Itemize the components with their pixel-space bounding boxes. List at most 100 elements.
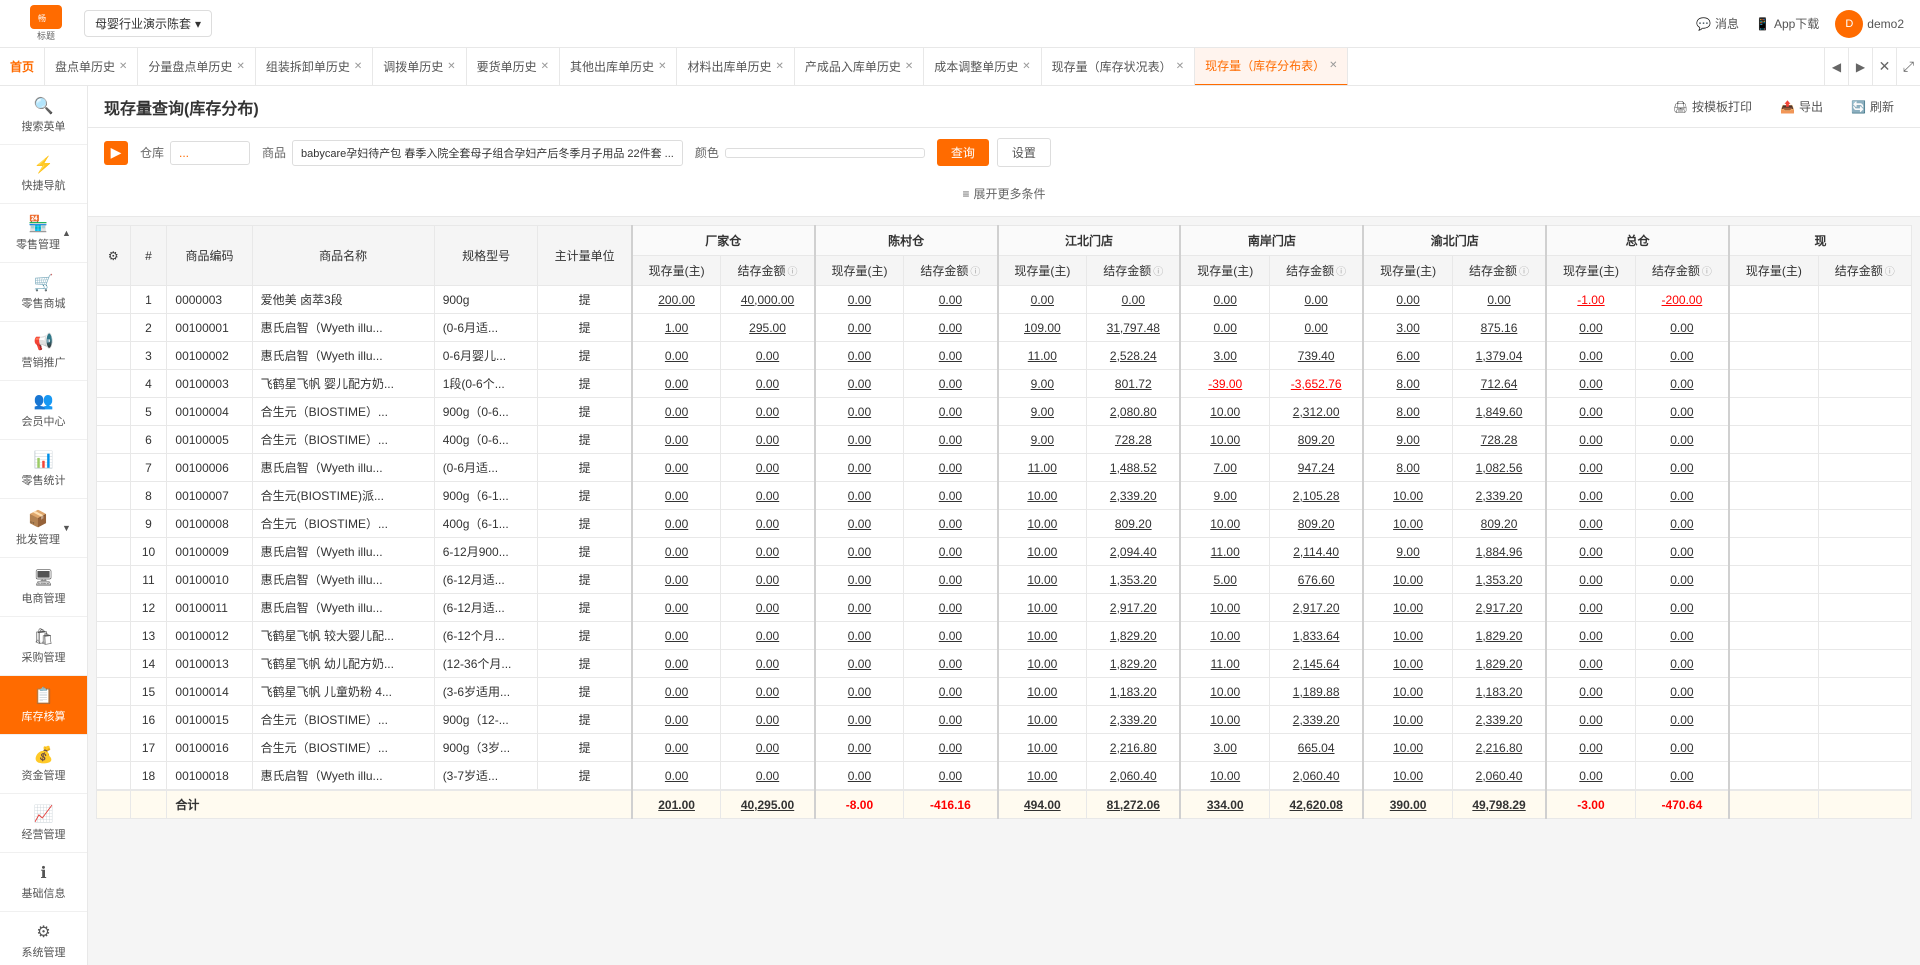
row-fy-qty[interactable]: 0.00: [632, 594, 721, 622]
row-na-amt[interactable]: 947.24: [1269, 454, 1363, 482]
tab-produce-in[interactable]: 产成品入库单历史 ✕: [795, 48, 924, 86]
row-yb-amt[interactable]: 1,183.20: [1452, 678, 1546, 706]
row-na-qty[interactable]: -39.00: [1180, 370, 1269, 398]
row-jb-amt[interactable]: 2,917.20: [1087, 594, 1181, 622]
sum-zc-amt[interactable]: -470.64: [1635, 790, 1729, 819]
row-jb-amt[interactable]: 2,080.80: [1087, 398, 1181, 426]
table-container[interactable]: ⚙ # 商品编码 商品名称 规格型号 主计量单位 厂家仓 陈村仓 江北门店 南岸…: [88, 217, 1920, 965]
row-jb-qty[interactable]: 10.00: [998, 482, 1087, 510]
row-fy-amt[interactable]: 0.00: [721, 566, 815, 594]
row-check[interactable]: [97, 594, 131, 622]
sidebar-item-nav[interactable]: ⚡ 快捷导航: [0, 145, 87, 204]
row-check[interactable]: [97, 482, 131, 510]
row-yb-amt[interactable]: 1,884.96: [1452, 538, 1546, 566]
row-na-amt[interactable]: 665.04: [1269, 734, 1363, 762]
row-fy-qty[interactable]: 0.00: [632, 510, 721, 538]
sum-fy-qty[interactable]: 201.00: [632, 790, 721, 819]
close-icon[interactable]: ✕: [775, 61, 783, 72]
row-yb-amt[interactable]: 2,917.20: [1452, 594, 1546, 622]
user-area[interactable]: D demo2: [1835, 10, 1904, 38]
row-code[interactable]: 00100012: [167, 622, 252, 650]
row-zc-qty[interactable]: 0.00: [1546, 734, 1635, 762]
row-jb-amt[interactable]: 728.28: [1087, 426, 1181, 454]
row-jb-amt[interactable]: 2,339.20: [1087, 482, 1181, 510]
row-hc-qty[interactable]: 0.00: [815, 622, 904, 650]
row-code[interactable]: 00100010: [167, 566, 252, 594]
row-yb-amt[interactable]: 1,829.20: [1452, 650, 1546, 678]
row-check[interactable]: [97, 314, 131, 342]
row-jb-qty[interactable]: 10.00: [998, 594, 1087, 622]
row-na-qty[interactable]: 10.00: [1180, 426, 1269, 454]
row-jb-qty[interactable]: 11.00: [998, 454, 1087, 482]
sum-jb-amt[interactable]: 81,272.06: [1087, 790, 1181, 819]
row-yb-amt[interactable]: 1,379.04: [1452, 342, 1546, 370]
row-code[interactable]: 00100004: [167, 398, 252, 426]
row-hc-qty[interactable]: 0.00: [815, 762, 904, 791]
tab-stock-dist[interactable]: 现存量（库存分布表） ✕: [1195, 48, 1348, 86]
row-jb-qty[interactable]: 10.00: [998, 762, 1087, 791]
row-check[interactable]: [97, 398, 131, 426]
row-jb-amt[interactable]: 2,528.24: [1087, 342, 1181, 370]
row-jb-amt[interactable]: 809.20: [1087, 510, 1181, 538]
row-zc-qty[interactable]: 0.00: [1546, 510, 1635, 538]
row-yb-amt[interactable]: 809.20: [1452, 510, 1546, 538]
row-fy-amt[interactable]: 0.00: [721, 678, 815, 706]
row-hc-amt[interactable]: 0.00: [904, 510, 998, 538]
logo[interactable]: 畅 标题: [16, 5, 76, 42]
row-jb-amt[interactable]: 2,060.40: [1087, 762, 1181, 791]
row-fy-amt[interactable]: 0.00: [721, 594, 815, 622]
tab-transfer[interactable]: 调拨单历史 ✕: [373, 48, 466, 86]
row-hc-amt[interactable]: 0.00: [904, 286, 998, 314]
row-na-qty[interactable]: 3.00: [1180, 734, 1269, 762]
sidebar-item-purchase[interactable]: 🛍 采购管理: [0, 617, 87, 676]
row-code[interactable]: 00100013: [167, 650, 252, 678]
row-hc-amt[interactable]: 0.00: [904, 566, 998, 594]
row-zc-qty[interactable]: 0.00: [1546, 566, 1635, 594]
row-hc-qty[interactable]: 0.00: [815, 398, 904, 426]
row-fy-amt[interactable]: 0.00: [721, 510, 815, 538]
row-fy-qty[interactable]: 0.00: [632, 398, 721, 426]
close-icon[interactable]: ✕: [1329, 60, 1337, 71]
row-check[interactable]: [97, 650, 131, 678]
row-zc-qty[interactable]: 0.00: [1546, 482, 1635, 510]
row-jb-amt[interactable]: 1,353.20: [1087, 566, 1181, 594]
tab-home[interactable]: 首页: [0, 48, 45, 86]
row-yb-amt[interactable]: 1,849.60: [1452, 398, 1546, 426]
row-yb-qty[interactable]: 0.00: [1363, 286, 1452, 314]
row-jb-amt[interactable]: 2,339.20: [1087, 706, 1181, 734]
info-icon[interactable]: ⓘ: [1702, 267, 1712, 278]
row-fy-qty[interactable]: 0.00: [632, 482, 721, 510]
row-fy-qty[interactable]: 0.00: [632, 706, 721, 734]
row-fy-qty[interactable]: 0.00: [632, 762, 721, 791]
row-na-amt[interactable]: 739.40: [1269, 342, 1363, 370]
goods-input[interactable]: babycare孕妇待产包 春季入院全套母子组合孕妇产后冬季月子用品 22件套 …: [292, 140, 683, 166]
row-zc-qty[interactable]: 0.00: [1546, 426, 1635, 454]
row-hc-amt[interactable]: 0.00: [904, 650, 998, 678]
row-zc-amt[interactable]: 0.00: [1635, 706, 1729, 734]
row-hc-amt[interactable]: 0.00: [904, 538, 998, 566]
row-code[interactable]: 00100001: [167, 314, 252, 342]
row-fy-amt[interactable]: 0.00: [721, 454, 815, 482]
row-fy-qty[interactable]: 0.00: [632, 622, 721, 650]
row-check[interactable]: [97, 622, 131, 650]
row-check[interactable]: [97, 678, 131, 706]
row-fy-qty[interactable]: 0.00: [632, 734, 721, 762]
row-fy-amt[interactable]: 0.00: [721, 706, 815, 734]
row-yb-qty[interactable]: 10.00: [1363, 510, 1452, 538]
sum-fy-amt[interactable]: 40,295.00: [721, 790, 815, 819]
row-zc-amt[interactable]: 0.00: [1635, 454, 1729, 482]
row-jb-qty[interactable]: 10.00: [998, 566, 1087, 594]
row-jb-qty[interactable]: 10.00: [998, 678, 1087, 706]
row-check[interactable]: [97, 454, 131, 482]
sum-jb-qty[interactable]: 494.00: [998, 790, 1087, 819]
row-hc-amt[interactable]: 0.00: [904, 622, 998, 650]
row-fy-amt[interactable]: 0.00: [721, 398, 815, 426]
sidebar-item-retail-mgmt[interactable]: 🏪 零售管理 ▲: [0, 204, 87, 263]
color-input[interactable]: [725, 148, 925, 158]
sidebar-item-retail-stats[interactable]: 📊 零售统计: [0, 440, 87, 499]
sidebar-item-marketing[interactable]: 📢 营销推广: [0, 322, 87, 381]
row-zc-amt[interactable]: 0.00: [1635, 482, 1729, 510]
row-fy-qty[interactable]: 200.00: [632, 286, 721, 314]
close-icon[interactable]: ✕: [1022, 61, 1030, 72]
row-na-qty[interactable]: 10.00: [1180, 706, 1269, 734]
